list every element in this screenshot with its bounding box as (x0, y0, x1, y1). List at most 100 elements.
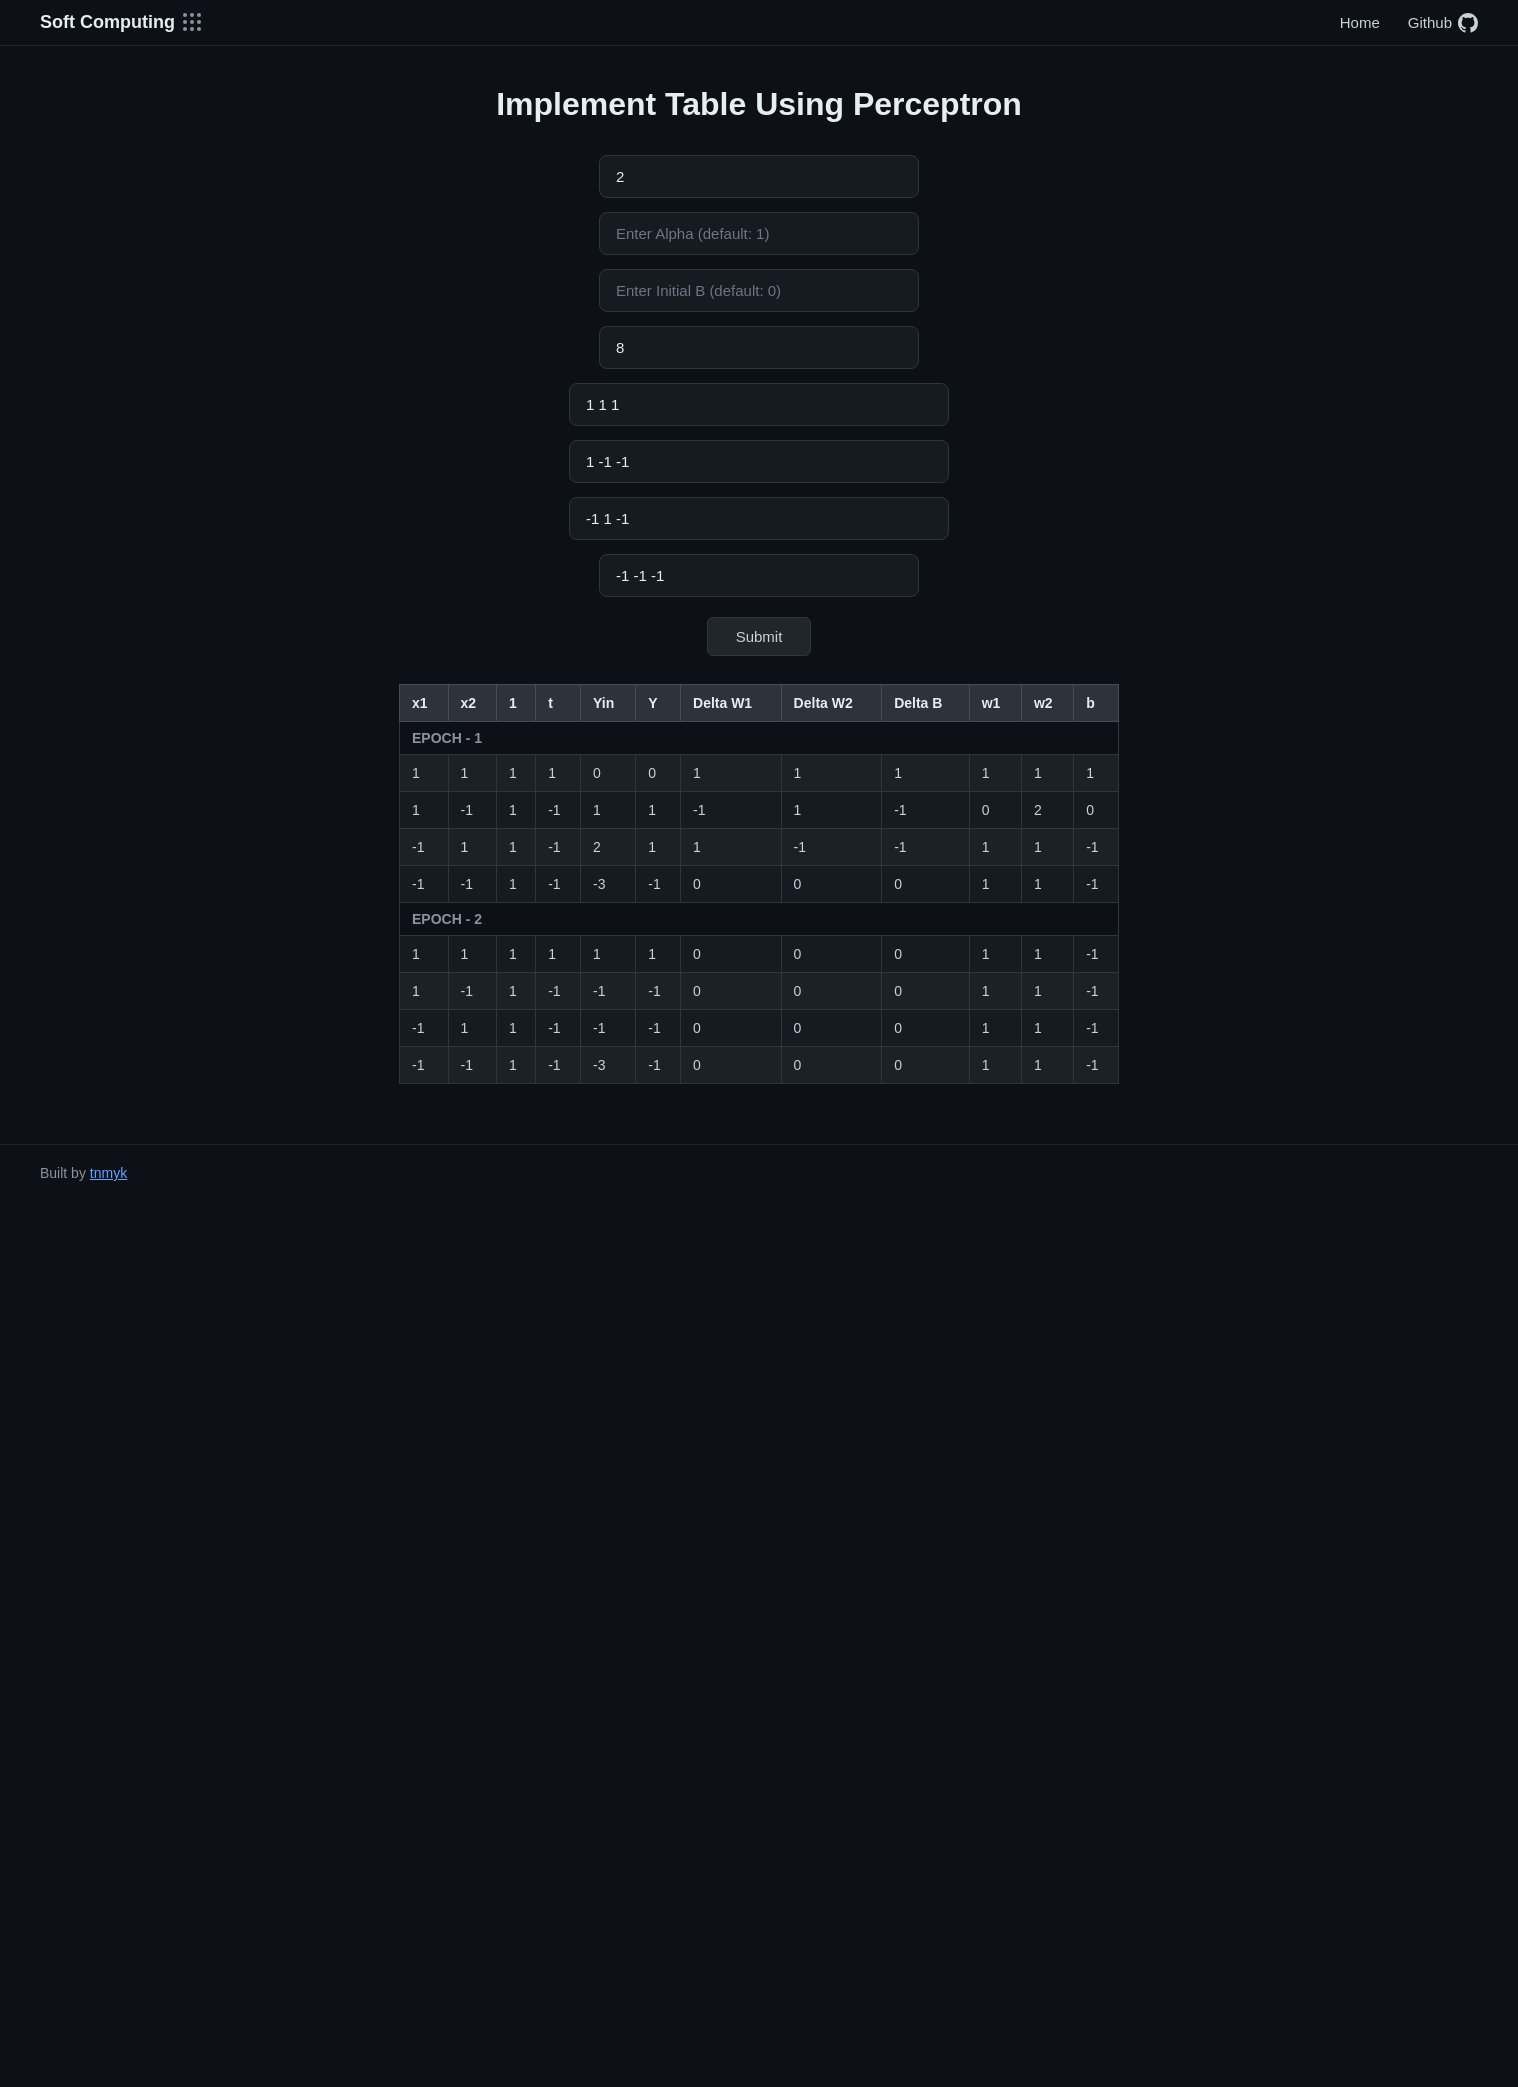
table-cell: -1 (536, 1047, 581, 1084)
col-header: w2 (1021, 685, 1073, 722)
row2-field[interactable] (569, 440, 949, 483)
table-cell: -1 (536, 973, 581, 1010)
table-cell: 1 (448, 1010, 497, 1047)
table-row: -1-11-1-3-100011-1 (400, 1047, 1119, 1084)
table-cell: 1 (497, 755, 536, 792)
table-cell: 1 (1021, 1047, 1073, 1084)
dot (183, 27, 187, 31)
col-header: Yin (580, 685, 635, 722)
table-cell: 1 (781, 792, 882, 829)
epoch-row: EPOCH - 2 (400, 903, 1119, 936)
table-cell: 1 (969, 829, 1021, 866)
table-cell: -1 (448, 866, 497, 903)
table-cell: -1 (536, 1010, 581, 1047)
dot (197, 13, 201, 17)
table-cell: 1 (400, 792, 449, 829)
table-cell: 1 (969, 973, 1021, 1010)
brand: Soft Computing (40, 12, 202, 33)
table-cell: 1 (497, 1010, 536, 1047)
table-row: -1-11-1-3-100011-1 (400, 866, 1119, 903)
table-cell: 1 (1021, 755, 1073, 792)
table-cell: 1 (497, 866, 536, 903)
table-cell: -1 (400, 866, 449, 903)
table-cell: 0 (781, 1010, 882, 1047)
epoch-label: EPOCH - 1 (400, 722, 1119, 755)
table-cell: -1 (681, 792, 782, 829)
brand-label: Soft Computing (40, 12, 175, 33)
inputs-count-field[interactable] (599, 155, 919, 198)
header-row: x1x21tYinYDelta W1Delta W2Delta Bw1w2b (400, 685, 1119, 722)
dot (197, 27, 201, 31)
nav-links: Home Github (1340, 13, 1478, 33)
dot (190, 13, 194, 17)
epochs-field[interactable] (599, 326, 919, 369)
table-cell: -1 (1074, 1010, 1119, 1047)
table-cell: 0 (882, 973, 970, 1010)
table-cell: -1 (580, 1010, 635, 1047)
row1-field[interactable] (569, 383, 949, 426)
main-content: Implement Table Using Perceptron Submit … (379, 46, 1139, 1144)
table-cell: 0 (781, 866, 882, 903)
initial-b-field[interactable] (599, 269, 919, 312)
table-cell: -1 (536, 792, 581, 829)
table-row: 1-11-111-11-1020 (400, 792, 1119, 829)
col-header: Delta W2 (781, 685, 882, 722)
table-cell: 0 (681, 1047, 782, 1084)
table-cell: -1 (536, 866, 581, 903)
alpha-field[interactable] (599, 212, 919, 255)
table-cell: -1 (400, 1010, 449, 1047)
table-cell: -1 (882, 792, 970, 829)
table-cell: 0 (781, 973, 882, 1010)
table-cell: 1 (681, 829, 782, 866)
table-cell: 0 (882, 1010, 970, 1047)
col-header: Delta B (882, 685, 970, 722)
table-cell: 0 (1074, 792, 1119, 829)
table-cell: 0 (969, 792, 1021, 829)
author-label: tnmyk (90, 1165, 127, 1181)
results-table-wrapper: x1x21tYinYDelta W1Delta W2Delta Bw1w2b E… (399, 684, 1119, 1084)
dot (190, 20, 194, 24)
table-cell: 0 (781, 1047, 882, 1084)
dot (197, 20, 201, 24)
col-header: w1 (969, 685, 1021, 722)
table-row: -111-1-1-100011-1 (400, 1010, 1119, 1047)
brand-icon (183, 13, 202, 32)
table-cell: 1 (448, 936, 497, 973)
home-link[interactable]: Home (1340, 14, 1380, 31)
table-cell: 1 (1021, 1010, 1073, 1047)
submit-button[interactable]: Submit (707, 617, 812, 656)
table-cell: -1 (1074, 829, 1119, 866)
table-row: 11111100011-1 (400, 936, 1119, 973)
table-cell: -1 (448, 1047, 497, 1084)
table-cell: -1 (636, 1010, 681, 1047)
form-section: Submit (399, 155, 1119, 656)
table-cell: 0 (636, 755, 681, 792)
row3-field[interactable] (569, 497, 949, 540)
table-cell: -1 (1074, 973, 1119, 1010)
table-cell: 1 (636, 792, 681, 829)
dot (190, 27, 194, 31)
table-cell: 1 (497, 1047, 536, 1084)
table-body: EPOCH - 11111001111111-11-111-11-1020-11… (400, 722, 1119, 1084)
author-link[interactable]: tnmyk (90, 1165, 127, 1181)
table-cell: 1 (969, 936, 1021, 973)
table-cell: 1 (497, 792, 536, 829)
epoch-row: EPOCH - 1 (400, 722, 1119, 755)
table-cell: 1 (969, 1010, 1021, 1047)
dot (183, 20, 187, 24)
table-row: -111-1211-1-111-1 (400, 829, 1119, 866)
results-table: x1x21tYinYDelta W1Delta W2Delta Bw1w2b E… (399, 684, 1119, 1084)
table-cell: 0 (882, 866, 970, 903)
table-cell: 0 (580, 755, 635, 792)
row4-field[interactable] (599, 554, 919, 597)
table-cell: -1 (636, 1047, 681, 1084)
col-header: x2 (448, 685, 497, 722)
footer: Built by tnmyk (0, 1144, 1518, 1201)
table-cell: -1 (580, 973, 635, 1010)
table-cell: -1 (448, 973, 497, 1010)
table-row: 1-11-1-1-100011-1 (400, 973, 1119, 1010)
table-cell: 0 (781, 936, 882, 973)
navbar: Soft Computing Home Github (0, 0, 1518, 46)
github-link[interactable]: Github (1408, 13, 1478, 33)
table-cell: -1 (1074, 1047, 1119, 1084)
